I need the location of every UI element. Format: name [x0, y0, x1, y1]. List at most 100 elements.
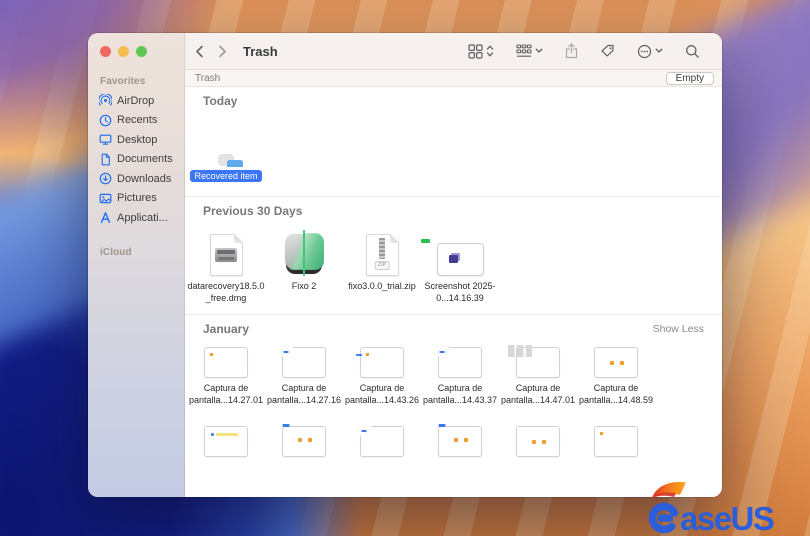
- file-item[interactable]: Captura de pantalla...14.27.01: [187, 342, 265, 406]
- window-title: Trash: [243, 43, 278, 59]
- pictures-icon: [99, 192, 112, 205]
- screenshot-thumbnail-icon[interactable]: [360, 426, 404, 457]
- screenshot-thumbnail-icon[interactable]: [438, 347, 482, 378]
- file-item[interactable]: Captura de pantalla...14.48.59: [577, 342, 655, 406]
- file-browser-content: Today Recovered item Previous 30 Days datar…: [185, 87, 722, 497]
- view-control[interactable]: [468, 43, 494, 59]
- sidebar-item-recents[interactable]: Recents: [88, 111, 184, 131]
- file-item-label: Captura de pantalla...14.27.01: [188, 383, 264, 405]
- sidebar-icloud-header: iCloud: [100, 246, 132, 258]
- screenshot-thumbnail-icon[interactable]: [204, 347, 248, 378]
- items-grid: Captura de pantalla...14.27.01 Captura de…: [185, 342, 722, 406]
- zip-badge: ZIP: [374, 261, 390, 270]
- more-options-control[interactable]: [637, 44, 663, 59]
- group-by-control[interactable]: [516, 44, 543, 58]
- search-icon[interactable]: [685, 44, 700, 59]
- close-button[interactable]: [100, 46, 111, 57]
- screenshot-thumbnail-icon[interactable]: [204, 426, 248, 457]
- items-grid: datarecovery18.5.0_free.dmg Fixo 2 ZIP fixo…: [185, 224, 722, 304]
- section-january: January Show Less Captura de pantalla...14…: [185, 314, 722, 467]
- file-item[interactable]: Captura de pantalla...14.27.16: [265, 342, 343, 406]
- applications-icon: [99, 211, 112, 224]
- section-title: Today: [203, 94, 238, 108]
- file-item[interactable]: [265, 421, 343, 457]
- sidebar-item-airdrop[interactable]: AirDrop: [88, 91, 184, 111]
- section-previous-30-days: Previous 30 Days datarecovery18.5.0_free.…: [185, 196, 722, 314]
- sidebar-item-pictures[interactable]: Pictures: [88, 189, 184, 209]
- file-item-label: Captura de pantalla...14.43.37: [422, 383, 498, 405]
- file-item[interactable]: Captura de pantalla...14.43.26: [343, 342, 421, 406]
- view-grid-icon: [468, 43, 483, 59]
- screenshot-thumbnail-icon[interactable]: [282, 426, 326, 457]
- tags-icon[interactable]: [600, 44, 615, 59]
- screenshot-thumbnail-icon[interactable]: [516, 347, 560, 378]
- download-icon: [99, 172, 112, 185]
- file-item[interactable]: Screenshot 2025-0...14.16.39: [421, 224, 499, 304]
- file-item-label: Screenshot 2025-0...14.16.39: [424, 281, 496, 303]
- file-item[interactable]: [187, 421, 265, 457]
- show-less-link[interactable]: Show Less: [653, 323, 704, 335]
- file-item[interactable]: [577, 421, 655, 457]
- finder-window: Favorites AirDrop Recents Desktop Documents…: [88, 33, 722, 497]
- group-chevron-icon: [535, 48, 543, 54]
- screenshot-thumbnail-icon[interactable]: [282, 347, 326, 378]
- status-pathbar: Trash Empty: [185, 70, 722, 87]
- share-icon[interactable]: [565, 43, 578, 59]
- screenshot-thumbnail-icon[interactable]: [594, 426, 638, 457]
- file-item[interactable]: Captura de pantalla...14.43.37: [421, 342, 499, 406]
- finder-main: Trash Trash Empty Today Recovered item P…: [185, 33, 722, 497]
- file-item[interactable]: Recovered item: [187, 114, 265, 182]
- sidebar-item-documents[interactable]: Documents: [88, 150, 184, 170]
- clock-icon: [99, 114, 112, 127]
- path-location: Trash: [195, 72, 221, 84]
- selection-highlight: [218, 154, 234, 166]
- empty-trash-button[interactable]: Empty: [665, 71, 714, 85]
- forward-chevron-icon[interactable]: [218, 45, 227, 58]
- file-item[interactable]: Captura de pantalla...14.47.01: [499, 342, 577, 406]
- file-item[interactable]: datarecovery18.5.0_free.dmg: [187, 224, 265, 304]
- section-title: January: [203, 322, 250, 336]
- file-item[interactable]: [421, 421, 499, 457]
- zoom-button[interactable]: [136, 46, 147, 57]
- section-today: Today Recovered item: [185, 87, 722, 196]
- view-arrows-icon: [486, 44, 494, 58]
- screenshot-thumbnail-icon[interactable]: [436, 243, 484, 276]
- sidebar-item-label: Downloads: [117, 172, 172, 185]
- more-chevron-icon: [655, 48, 663, 54]
- file-item-label: Captura de pantalla...14.47.01: [500, 383, 576, 405]
- file-item-label: Fixo 2: [291, 281, 317, 291]
- file-item-label: Captura de pantalla...14.48.59: [578, 383, 654, 405]
- file-item-label: Recovered item: [190, 170, 262, 182]
- file-item[interactable]: Fixo 2: [265, 224, 343, 304]
- dmg-file-icon[interactable]: [209, 234, 243, 276]
- sidebar-favorites-header: Favorites: [100, 76, 146, 87]
- file-item[interactable]: [343, 421, 421, 457]
- sidebar-item-downloads[interactable]: Downloads: [88, 169, 184, 189]
- svg-text:aseUS: aseUS: [680, 500, 774, 535]
- easeus-flame-icon: [652, 481, 686, 498]
- sidebar-item-applicati[interactable]: Applicati...: [88, 208, 184, 228]
- file-item-label: datarecovery18.5.0_free.dmg: [187, 281, 265, 303]
- document-icon: [99, 153, 112, 166]
- sidebar-item-label: Documents: [117, 153, 173, 166]
- sidebar-item-label: Recents: [117, 114, 158, 127]
- sidebar-item-label: Pictures: [117, 192, 157, 205]
- sidebar-item-desktop[interactable]: Desktop: [88, 130, 184, 150]
- screenshot-thumbnail-icon[interactable]: [438, 426, 482, 457]
- screenshot-thumbnail-icon[interactable]: [594, 347, 638, 378]
- minimize-button[interactable]: [118, 46, 129, 57]
- more-options-icon: [637, 44, 652, 59]
- file-item[interactable]: ZIP fixo3.0.0_trial.zip: [343, 224, 421, 304]
- section-title: Previous 30 Days: [203, 204, 303, 218]
- airdrop-icon: [99, 94, 112, 107]
- screenshot-thumbnail-icon[interactable]: [516, 426, 560, 457]
- easeus-watermark: aseUS: [646, 479, 810, 535]
- zip-file-icon[interactable]: ZIP: [365, 234, 399, 276]
- desktop-icon: [99, 133, 112, 146]
- fixo-app-icon[interactable]: [282, 230, 326, 276]
- file-item[interactable]: [499, 421, 577, 457]
- sidebar-item-label: Desktop: [117, 133, 158, 146]
- group-by-icon: [516, 44, 532, 58]
- back-chevron-icon[interactable]: [195, 45, 204, 58]
- screenshot-thumbnail-icon[interactable]: [360, 347, 404, 378]
